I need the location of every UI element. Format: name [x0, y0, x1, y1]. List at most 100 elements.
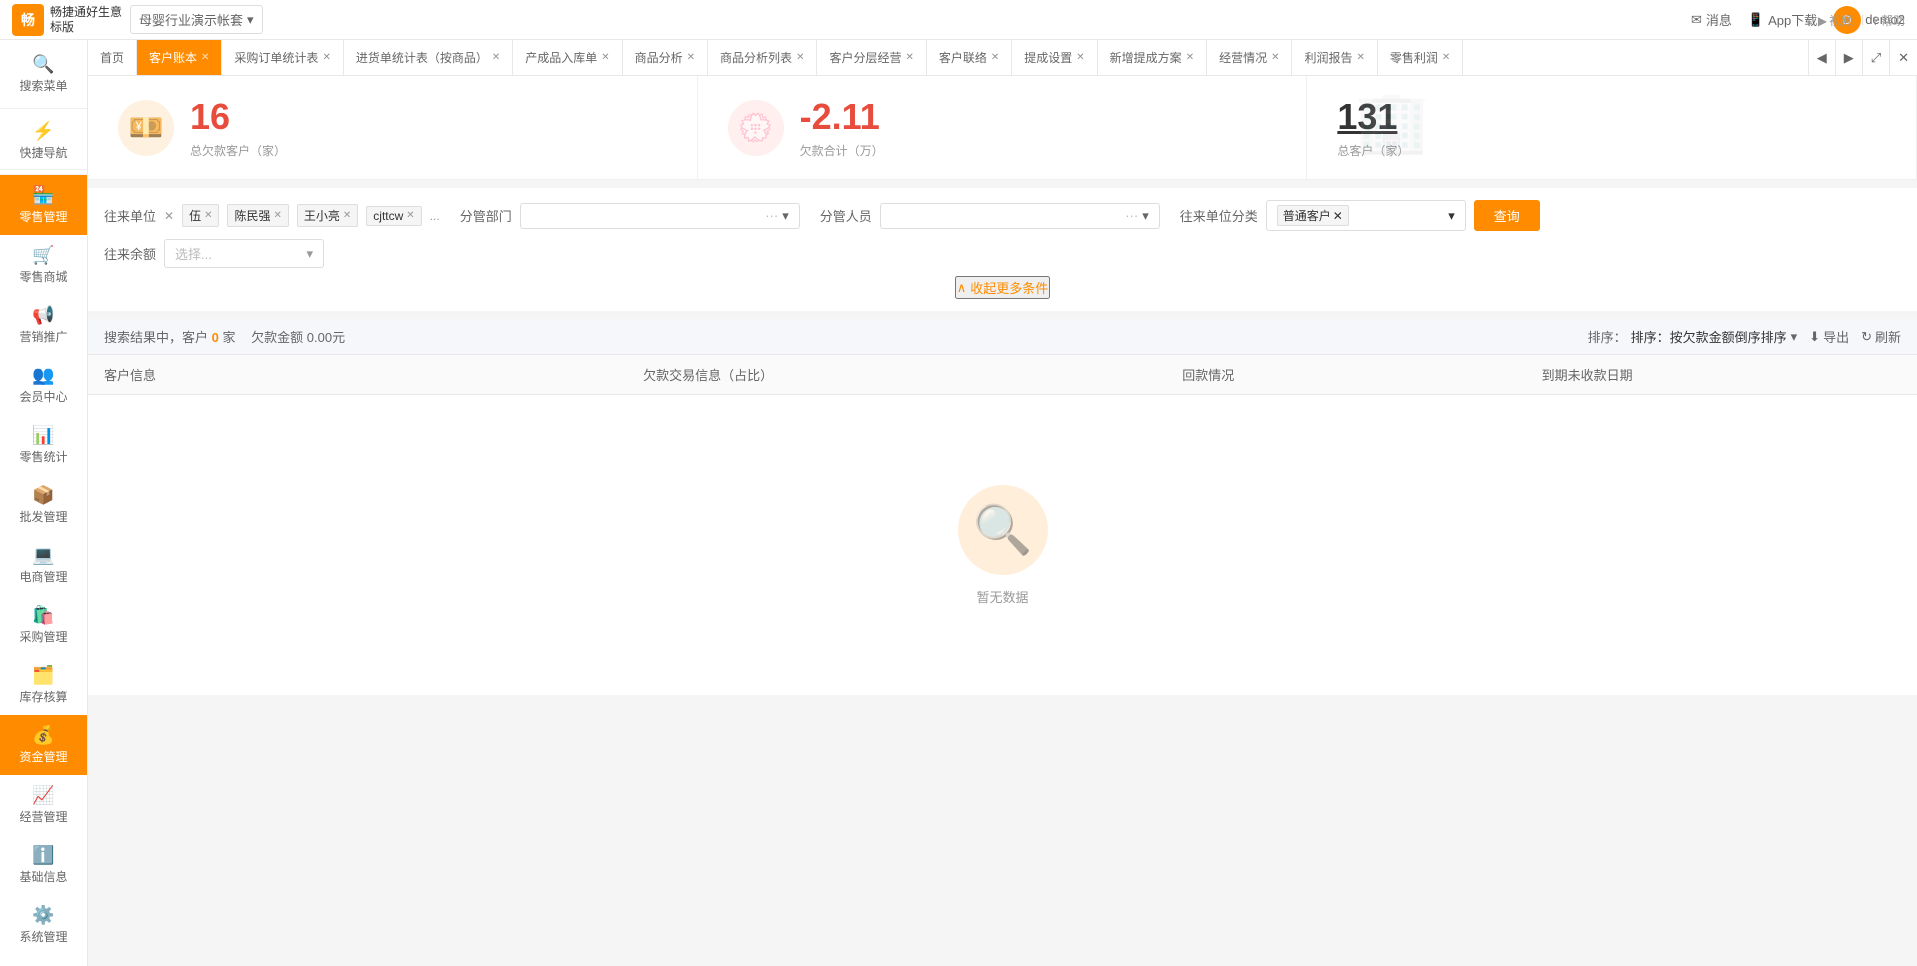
sidebar-search-btn[interactable]: 🔍 搜索菜单	[0, 48, 87, 100]
store-selector[interactable]: 母婴行业演示帐套 ▾	[130, 5, 263, 34]
data-table: 客户信息 欠款交易信息（占比） 回款情况 到期未收款日期 🔍 暂无数据	[88, 355, 1917, 695]
filter-tag-wu[interactable]: 伍 ✕	[182, 204, 219, 227]
stat-label-customers: 总欠款客户（家）	[190, 142, 286, 159]
sidebar-item-marketing[interactable]: 📢 营销推广	[0, 295, 87, 355]
empty-text: 暂无数据	[976, 587, 1028, 606]
filter-category-select[interactable]: 普通客户 ✕ ▾	[1266, 200, 1466, 231]
message-btn[interactable]: ✉ 消息	[1691, 10, 1732, 29]
tab-retail-profit[interactable]: 零售利润 ✕	[1378, 40, 1463, 76]
tab-operations[interactable]: 经营情况 ✕	[1207, 40, 1292, 76]
close-tab-operations[interactable]: ✕	[1271, 52, 1279, 63]
stat-card-total: 🏢 131 总客户（家）	[1307, 76, 1917, 179]
stat-label-debt: 欠款合计（万）	[800, 142, 884, 159]
tab-new-raise-plan[interactable]: 新增提成方案 ✕	[1098, 40, 1207, 76]
filter-balance-label: 往来余额	[104, 244, 156, 263]
sidebar: 🔍 搜索菜单 ⚡ 快捷导航 🏪 零售管理 🛒 零售商城 📢 营销推广 👥 会员中…	[0, 40, 88, 966]
tab-customer-ledger[interactable]: 客户账本 ✕	[137, 40, 222, 76]
sidebar-item-wholesale[interactable]: 📦 批发管理	[0, 475, 87, 535]
app-download-btn[interactable]: 📱 App下载	[1748, 10, 1817, 29]
close-tab-product-analysis[interactable]: ✕	[687, 52, 695, 63]
sidebar-item-ecommerce[interactable]: 💻 电商管理	[0, 535, 87, 595]
remove-tag-wu[interactable]: ✕	[204, 210, 212, 221]
sort-select[interactable]: 排序： 排序：按欠款金额倒序排序 ▾	[1588, 327, 1798, 346]
filter-dept-select[interactable]: ··· ▾	[520, 203, 800, 229]
tab-close-all-btn[interactable]: ✕	[1889, 40, 1917, 76]
close-tab-profit-report[interactable]: ✕	[1357, 52, 1365, 63]
inventory-icon: 🗂️	[32, 665, 54, 686]
stat-card2-icon-bg: 💮	[728, 100, 784, 156]
tab-product-inbound[interactable]: 产成品入库单 ✕	[513, 40, 622, 76]
sidebar-item-retail-mgmt[interactable]: 🏪 零售管理	[0, 175, 87, 235]
remove-category-tag[interactable]: ✕	[1333, 209, 1343, 223]
sidebar-item-enterprise-collab[interactable]: 🤝 企业协同	[0, 955, 87, 966]
remove-tag-chen[interactable]: ✕	[274, 210, 282, 221]
filter-category-label: 往来单位分类	[1180, 206, 1258, 225]
filter-tag-wang[interactable]: 王小亮 ✕	[297, 204, 358, 227]
category-chevron: ▾	[1448, 208, 1455, 224]
tab-bar: 首页 客户账本 ✕ 采购订单统计表 ✕ 进货单统计表（按商品） ✕ 产成品入库单…	[88, 40, 1917, 76]
sidebar-item-operations[interactable]: 📈 经营管理	[0, 775, 87, 835]
filter-balance-input[interactable]: 选择... ▾	[164, 239, 324, 268]
close-tab-inbound-stats[interactable]: ✕	[492, 52, 500, 63]
tab-purchase-order[interactable]: 采购订单统计表 ✕	[222, 40, 343, 76]
filter-person-select[interactable]: ··· ▾	[880, 203, 1160, 229]
wholesale-icon: 📦	[32, 485, 54, 506]
filter-tag-chen[interactable]: 陈民强 ✕	[227, 204, 288, 227]
close-tab-new-raise-plan[interactable]: ✕	[1186, 52, 1194, 63]
close-tab-customer-tier[interactable]: ✕	[905, 52, 913, 63]
col-debt-info: 欠款交易信息（占比）	[643, 365, 1182, 384]
sidebar-item-basic-info[interactable]: ℹ️ 基础信息	[0, 835, 87, 895]
tab-customer-contact[interactable]: 客户联络 ✕	[927, 40, 1012, 76]
stat-card3-bg-icon: 🏢	[1355, 86, 1430, 157]
person-chevron: ▾	[1142, 208, 1149, 224]
query-button[interactable]: 查询	[1474, 200, 1540, 231]
sidebar-item-member[interactable]: 👥 会员中心	[0, 355, 87, 415]
sidebar-item-finance[interactable]: 💰 资金管理	[0, 715, 87, 775]
sidebar-item-retail-mall[interactable]: 🛒 零售商城	[0, 235, 87, 295]
tab-profit-report[interactable]: 利润报告 ✕	[1292, 40, 1377, 76]
filter-person-label: 分管人员	[820, 206, 872, 225]
stat-card1-text: 16 总欠款客户（家）	[190, 96, 286, 159]
sidebar-item-inventory[interactable]: 🗂️ 库存核算	[0, 655, 87, 715]
filter-tag-cjttcw[interactable]: cjttcw ✕	[366, 206, 421, 226]
filter-unit-label: 往来单位	[104, 206, 156, 225]
remove-tag-cjttcw[interactable]: ✕	[406, 210, 414, 221]
empty-icon: 🔍	[973, 501, 1033, 558]
category-tag-normal[interactable]: 普通客户 ✕	[1277, 205, 1349, 226]
tab-raise-settings[interactable]: 提成设置 ✕	[1012, 40, 1097, 76]
stat-num-debt: -2.11	[800, 96, 884, 138]
tab-home[interactable]: 首页	[88, 40, 137, 76]
sidebar-item-purchase[interactable]: 🛍️ 采购管理	[0, 595, 87, 655]
table-body: 🔍 暂无数据	[88, 395, 1917, 695]
tab-inbound-stats[interactable]: 进货单统计表（按商品） ✕	[344, 40, 513, 76]
export-btn[interactable]: ⬇ 导出	[1809, 327, 1849, 346]
close-tab-customer-contact[interactable]: ✕	[991, 52, 999, 63]
sidebar-quick-nav[interactable]: ⚡ 快捷导航	[0, 113, 87, 170]
sidebar-item-system[interactable]: ⚙️ 系统管理	[0, 895, 87, 955]
refresh-btn[interactable]: ↻ 刷新	[1861, 327, 1901, 346]
tab-product-analysis-list[interactable]: 商品分析列表 ✕	[708, 40, 817, 76]
close-tab-product-inbound[interactable]: ✕	[601, 52, 609, 63]
tab-customer-tier[interactable]: 客户分层经营 ✕	[817, 40, 926, 76]
close-tab-product-analysis-list[interactable]: ✕	[796, 52, 804, 63]
tab-prev-btn[interactable]: ◀	[1808, 40, 1835, 76]
tab-product-analysis[interactable]: 商品分析 ✕	[623, 40, 708, 76]
collapse-btn[interactable]: ∧ 收起更多条件	[955, 276, 1051, 299]
logo-icon: 畅	[12, 4, 44, 36]
close-tab-raise-settings[interactable]: ✕	[1076, 52, 1084, 63]
stat-card-debt: 💮 -2.11 欠款合计（万）	[698, 76, 1308, 179]
collapse-area: ∧ 收起更多条件	[104, 276, 1901, 299]
tab-maximize-btn[interactable]: ⤢	[1862, 40, 1889, 76]
remove-tag-wang[interactable]: ✕	[343, 210, 351, 221]
tab-next-btn[interactable]: ▶	[1835, 40, 1862, 76]
stat-card1-icon-bg: 💴	[118, 100, 174, 156]
finance-icon: 💰	[32, 725, 54, 746]
sidebar-item-retail-stats[interactable]: 📊 零售统计	[0, 415, 87, 475]
close-tab-customer-ledger[interactable]: ✕	[201, 52, 209, 63]
ecommerce-icon: 💻	[32, 545, 54, 566]
results-bar: 搜索结果中，客户 0 家 欠款金额 0.00元 排序： 排序：按欠款金额倒序排序…	[88, 319, 1917, 355]
filter-more-btn[interactable]: ...	[430, 209, 440, 223]
close-tab-purchase-order[interactable]: ✕	[322, 52, 330, 63]
close-tab-retail-profit[interactable]: ✕	[1442, 52, 1450, 63]
balance-chevron: ▾	[306, 246, 313, 262]
